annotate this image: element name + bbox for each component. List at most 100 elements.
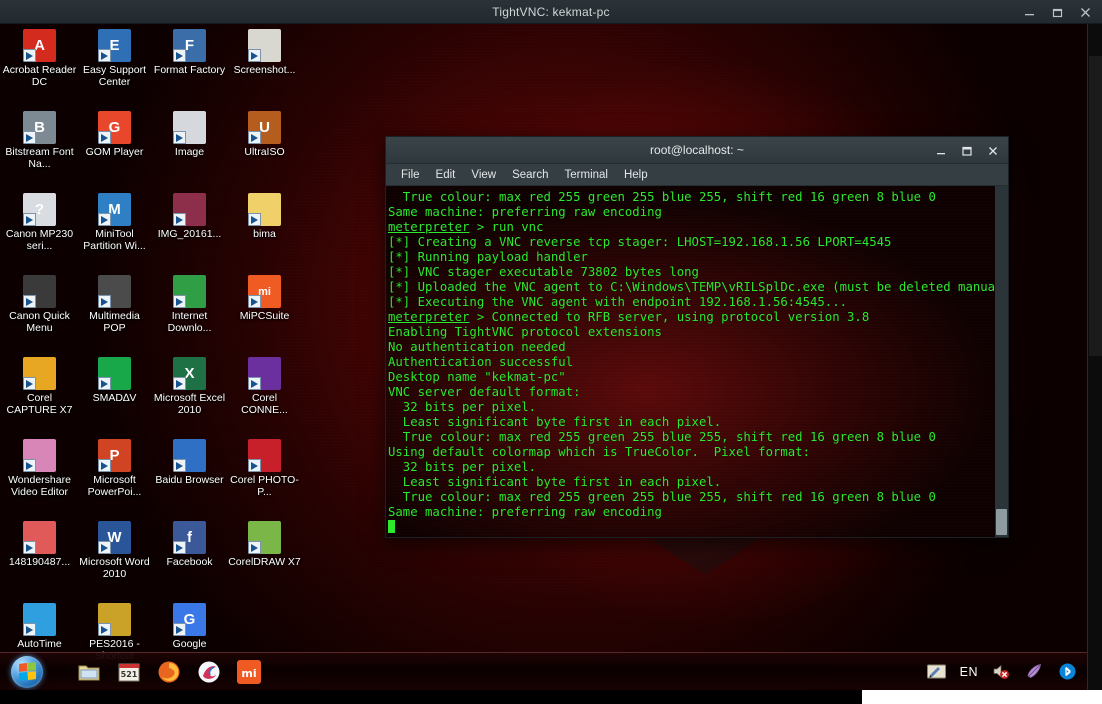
desktop-icon-label: Corel CAPTURE X7 — [6, 392, 73, 416]
taskbar-icon-firefox[interactable] — [156, 659, 182, 685]
terminal-menu-view[interactable]: View — [464, 167, 503, 183]
terminal-menu-search[interactable]: Search — [505, 167, 555, 183]
microsoft-word-2010-icon: W — [98, 521, 131, 554]
desktop-icon-minitool-partition-wizard[interactable]: M MiniTool Partition Wi... — [77, 190, 152, 272]
microsoft-excel-2010-icon: X — [173, 357, 206, 390]
desktop-icon-mipcsuite[interactable]: mi MiPCSuite — [227, 272, 302, 354]
terminal-window[interactable]: root@localhost: ~ File Edit View Search … — [385, 136, 1009, 538]
desktop-icon-smadav[interactable]: SMAD∆V — [77, 354, 152, 436]
desktop-icon-canon-mp230-series[interactable]: ? Canon MP230 seri... — [2, 190, 77, 272]
svg-text:mi: mi — [241, 667, 256, 680]
desktop-icon-ultraiso[interactable]: U UltraISO — [227, 108, 302, 190]
desktop-icon-gom-player[interactable]: G GOM Player — [77, 108, 152, 190]
desktop-icon-bitstream-font-navigator[interactable]: B Bitstream Font Na... — [2, 108, 77, 190]
desktop-icon-label: Canon MP230 seri... — [5, 228, 74, 252]
folder-bima-icon — [248, 193, 281, 226]
terminal-line-text: [*] Uploaded the VNC agent to C:\Windows… — [388, 280, 1008, 294]
desktop-icon-screenshot-file[interactable]: Screenshot... — [227, 26, 302, 108]
remote-desktop-surface[interactable]: 1899 AAcrobat Reader DCEEasy Support Cen… — [0, 24, 1087, 690]
vnc-vertical-scrollbar-thumb[interactable] — [1089, 56, 1102, 356]
desktop-icon-label: bima — [253, 228, 276, 240]
desktop-icon-microsoft-excel-2010[interactable]: X Microsoft Excel 2010 — [152, 354, 227, 436]
vnc-restore-button[interactable] — [1044, 1, 1070, 23]
taskbar-icon-mi-suite[interactable]: mi — [236, 659, 262, 685]
vnc-horizontal-scrollbar[interactable] — [0, 690, 1102, 704]
volume-muted-icon[interactable] — [991, 662, 1011, 682]
terminal-output-area[interactable]: True colour: max red 255 green 255 blue … — [386, 186, 1008, 537]
desktop-icon-multimedia-pop[interactable]: Multimedia POP — [77, 272, 152, 354]
desktop-icon-easy-support-center[interactable]: E Easy Support Center — [77, 26, 152, 108]
taskbar-quicklaunch: 521 mi — [76, 659, 262, 685]
desktop-icon-format-factory[interactable]: F Format Factory — [152, 26, 227, 108]
taskbar-icon-windows-explorer[interactable] — [76, 659, 102, 685]
shortcut-arrow-icon — [23, 459, 36, 472]
terminal-maximize-button[interactable] — [954, 140, 980, 162]
desktop-icon-corel-capture-x7[interactable]: Corel CAPTURE X7 — [2, 354, 77, 436]
start-button[interactable] — [2, 655, 52, 689]
terminal-line-text: Authentication successful — [388, 355, 574, 369]
vnc-window-controls — [1016, 0, 1098, 24]
terminal-line: 32 bits per pixel. — [388, 400, 1008, 415]
tablet-input-panel-icon[interactable] — [927, 662, 947, 682]
corel-connect-icon — [248, 357, 281, 390]
desktop-icon-image-148190487[interactable]: 148190487... — [2, 518, 77, 600]
desktop-icon-img-20161-photo[interactable]: IMG_20161... — [152, 190, 227, 272]
terminal-line-text: 32 bits per pixel. — [388, 460, 537, 474]
desktop-icon-corel-connect[interactable]: Corel CONNE... — [227, 354, 302, 436]
desktop-icon-label: Internet Downlo... — [167, 310, 212, 334]
vnc-minimize-button[interactable] — [1016, 1, 1042, 23]
terminal-close-button[interactable] — [980, 140, 1006, 162]
desktop-icon-folder-bima[interactable]: bima — [227, 190, 302, 272]
vnc-horizontal-scrollbar-thumb[interactable] — [0, 690, 862, 704]
minimize-icon — [937, 152, 945, 154]
terminal-menu-help[interactable]: Help — [617, 167, 655, 183]
terminal-line-text: True colour: max red 255 green 255 blue … — [388, 490, 936, 504]
shortcut-arrow-icon — [23, 623, 36, 636]
desktop-icon-coreldraw-x7[interactable]: CorelDRAW X7 — [227, 518, 302, 600]
pen-feather-icon[interactable] — [1024, 662, 1044, 682]
desktop-icon-internet-download-manager[interactable]: Internet Downlo... — [152, 272, 227, 354]
desktop-icon-corel-photo-paint[interactable]: Corel PHOTO-P... — [227, 436, 302, 518]
terminal-scrollbar-thumb[interactable] — [996, 509, 1007, 535]
terminal-menu-edit[interactable]: Edit — [429, 167, 463, 183]
desktop-icon-wondershare-video-editor[interactable]: Wondershare Video Editor — [2, 436, 77, 518]
desktop-icon-label: GOM Player — [85, 146, 144, 158]
shortcut-arrow-icon — [98, 377, 111, 390]
terminal-menu-file[interactable]: File — [394, 167, 427, 183]
shortcut-arrow-icon — [98, 623, 111, 636]
desktop-icon-microsoft-powerpoint-2010[interactable]: P Microsoft PowerPoi... — [77, 436, 152, 518]
terminal-menu-terminal[interactable]: Terminal — [558, 167, 615, 183]
terminal-line: Same machine: preferring raw encoding — [388, 505, 1008, 520]
desktop-icon-label: Screenshot... — [233, 64, 296, 76]
bluetooth-icon[interactable] — [1057, 662, 1077, 682]
terminal-scrollbar[interactable] — [995, 186, 1008, 537]
vnc-close-button[interactable] — [1072, 1, 1098, 23]
close-icon — [1080, 7, 1090, 17]
shortcut-arrow-icon — [98, 213, 111, 226]
tablet-input-panel-glyph — [927, 664, 947, 678]
desktop-icon-microsoft-word-2010[interactable]: W Microsoft Word 2010 — [77, 518, 152, 600]
minimize-icon — [1024, 13, 1034, 15]
desktop-icon-canon-quick-menu[interactable]: Canon Quick Menu — [2, 272, 77, 354]
desktop-icon-image-file[interactable]: Image — [152, 108, 227, 190]
shortcut-arrow-icon — [23, 131, 36, 144]
terminal-window-title: root@localhost: ~ — [650, 143, 744, 157]
taskbar-icon-media-calendar[interactable]: 521 — [116, 659, 142, 685]
terminal-text: True colour: max red 255 green 255 blue … — [386, 186, 1008, 535]
terminal-line: Least significant byte first in each pix… — [388, 475, 1008, 490]
vnc-vertical-scrollbar[interactable] — [1087, 24, 1102, 690]
desktop-icon-baidu-browser[interactable]: Baidu Browser — [152, 436, 227, 518]
vnc-titlebar[interactable]: TightVNC: kekmat-pc — [0, 0, 1102, 24]
terminal-minimize-button[interactable] — [928, 140, 954, 162]
ultraiso-icon: U — [248, 111, 281, 144]
desktop-icon-label: AutoTime — [17, 638, 62, 650]
terminal-line-text: Same machine: preferring raw encoding — [388, 205, 662, 219]
corel-photo-paint-icon — [248, 439, 281, 472]
system-tray: EN — [927, 662, 1077, 682]
desktop-icon-acrobat-reader-dc[interactable]: A Acrobat Reader DC — [2, 26, 77, 108]
terminal-titlebar[interactable]: root@localhost: ~ — [386, 137, 1008, 164]
desktop-icon-facebook-shortcut[interactable]: f Facebook — [152, 518, 227, 600]
language-indicator[interactable]: EN — [960, 665, 978, 679]
desktop-icon-label: Image — [174, 146, 205, 158]
taskbar-icon-baidu-browser[interactable] — [196, 659, 222, 685]
